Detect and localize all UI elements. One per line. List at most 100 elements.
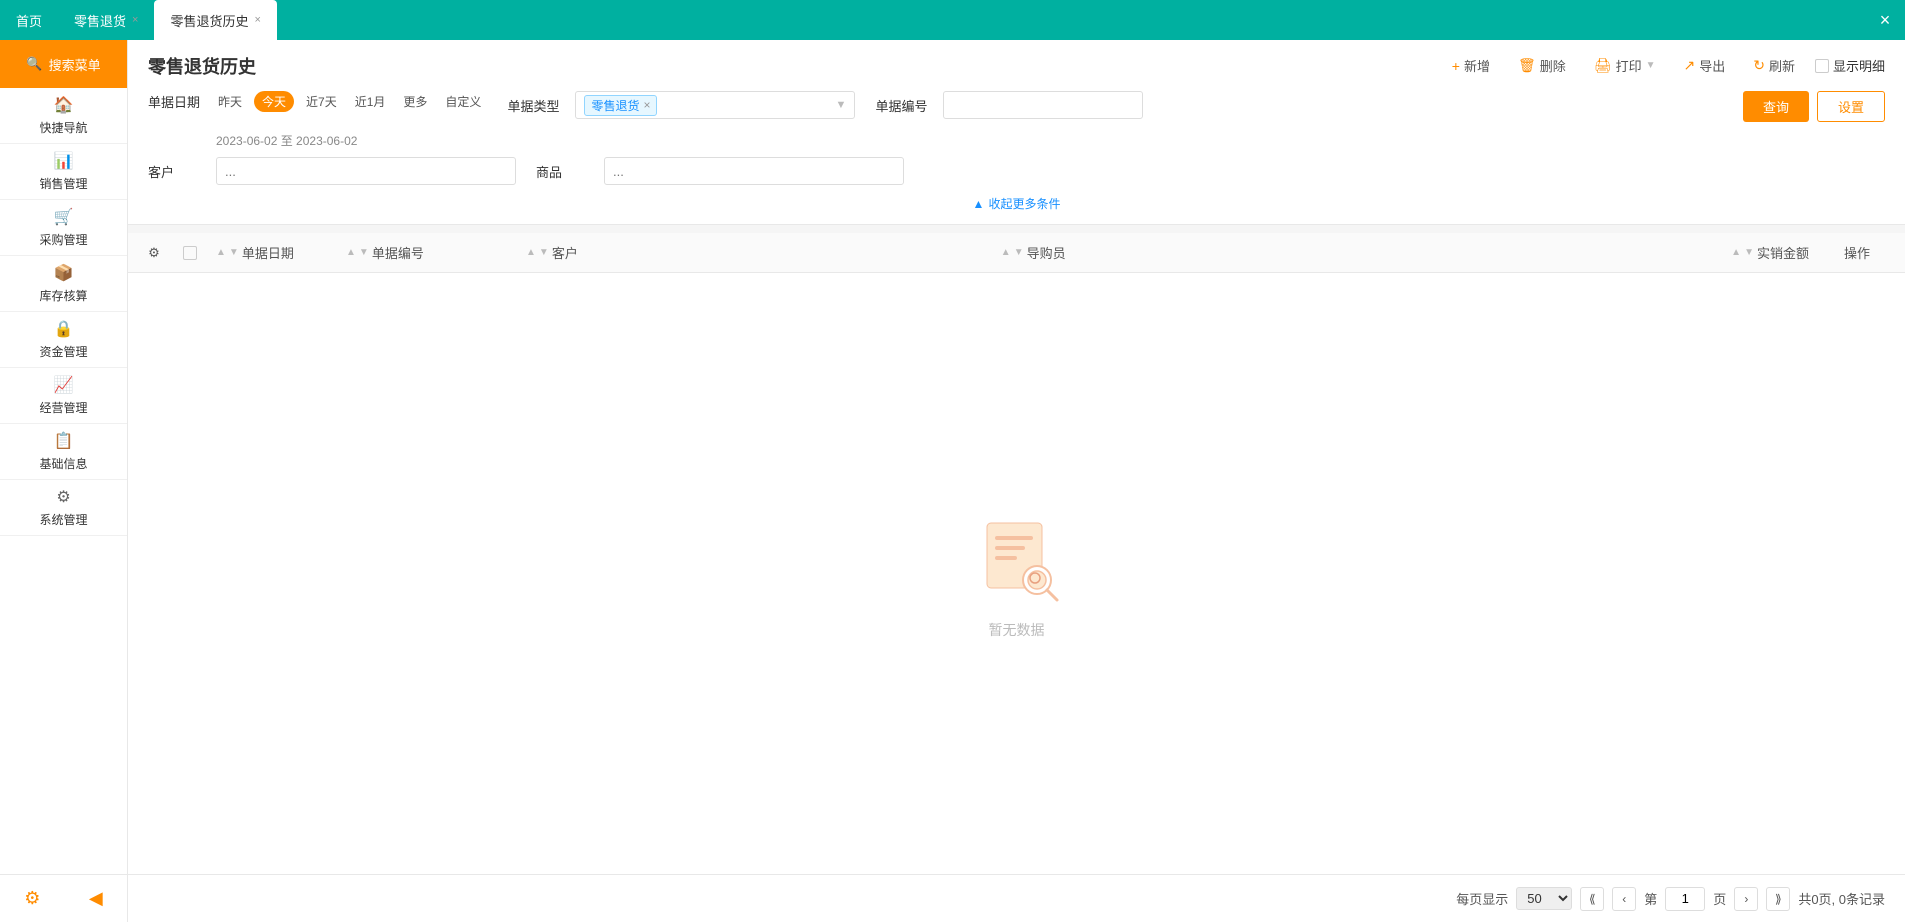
page-unit: 页 bbox=[1713, 889, 1726, 908]
show-detail-label: 显示明细 bbox=[1833, 56, 1885, 75]
new-icon: + bbox=[1452, 58, 1460, 74]
last-page-button[interactable]: ⟫ bbox=[1766, 887, 1790, 911]
doc-type-select[interactable]: 零售退货 × ▼ bbox=[575, 91, 855, 119]
sidebar-item-system[interactable]: ⚙ 系统管理 bbox=[0, 480, 127, 536]
date-btn-today[interactable]: 今天 bbox=[254, 91, 294, 112]
empty-icon bbox=[967, 508, 1067, 608]
customer-input[interactable] bbox=[225, 164, 507, 179]
th-sort-guide-asc[interactable]: ▲ bbox=[1001, 247, 1011, 258]
sidebar-item-purchase-label: 采购管理 bbox=[39, 231, 87, 248]
inventory-icon: 📦 bbox=[54, 263, 74, 283]
tab-retail-return-history[interactable]: 零售退货历史 × bbox=[154, 0, 276, 40]
date-btn-yesterday[interactable]: 昨天 bbox=[212, 91, 248, 112]
settings-bottom-icon[interactable]: ⚙ bbox=[24, 888, 40, 909]
th-sort-customer-asc[interactable]: ▲ bbox=[526, 247, 536, 258]
refresh-icon: ↻ bbox=[1753, 57, 1765, 74]
th-sort-amount-asc[interactable]: ▲ bbox=[1731, 247, 1741, 258]
sales-icon: 📊 bbox=[54, 151, 74, 171]
goods-input-wrap bbox=[604, 157, 904, 185]
th-sort-guide-desc[interactable]: ▼ bbox=[1014, 247, 1024, 258]
operation-icon: 📈 bbox=[54, 375, 74, 395]
collapse-sidebar-icon[interactable]: ◀ bbox=[89, 888, 103, 909]
next-page-button[interactable]: › bbox=[1734, 887, 1758, 911]
query-button[interactable]: 查询 bbox=[1743, 91, 1809, 122]
search-icon: 🔍 bbox=[26, 56, 42, 72]
new-label: 新增 bbox=[1464, 56, 1490, 75]
sidebar-item-sales-label: 销售管理 bbox=[39, 175, 87, 192]
th-amount-label: 实销金额 bbox=[1757, 243, 1809, 262]
empty-state: 暂无数据 bbox=[128, 273, 1905, 874]
collapse-icon: ▲ bbox=[973, 197, 985, 211]
th-settings[interactable]: ⚙ bbox=[136, 245, 172, 261]
th-sort-docno-desc[interactable]: ▼ bbox=[359, 247, 369, 258]
content-area: 零售退货历史 + 新增 🗑 删除 🖨 打印 ▼ bbox=[128, 40, 1905, 922]
sidebar-item-operation-label: 经营管理 bbox=[39, 399, 87, 416]
goods-label: 商品 bbox=[536, 162, 596, 181]
th-select-all[interactable] bbox=[172, 246, 208, 260]
first-page-button[interactable]: ⟪ bbox=[1580, 887, 1604, 911]
doc-no-label: 单据编号 bbox=[875, 96, 935, 115]
export-icon: ↗ bbox=[1683, 57, 1695, 74]
sidebar-item-inventory[interactable]: 📦 库存核算 bbox=[0, 256, 127, 312]
table-header: ⚙ ▲ ▼ 单据日期 ▲ ▼ 单据编号 ▲ ▼ 客户 bbox=[128, 233, 1905, 273]
date-btn-7days[interactable]: 近7天 bbox=[300, 91, 343, 112]
export-button[interactable]: ↗ 导出 bbox=[1675, 52, 1733, 79]
doc-no-input[interactable] bbox=[952, 98, 1134, 113]
doc-type-label: 单据类型 bbox=[507, 96, 567, 115]
th-action: 操作 bbox=[1817, 243, 1897, 262]
show-detail-checkbox[interactable] bbox=[1815, 59, 1829, 73]
tab-retail-return-history-label: 零售退货历史 bbox=[170, 11, 248, 30]
sidebar-item-base-info[interactable]: 📋 基础信息 bbox=[0, 424, 127, 480]
sidebar-search-label: 搜索菜单 bbox=[49, 55, 101, 74]
th-sort-amount-desc[interactable]: ▼ bbox=[1744, 247, 1754, 258]
filter-row-2: 客户 商品 bbox=[148, 157, 1885, 185]
th-sort-customer-desc[interactable]: ▼ bbox=[539, 247, 549, 258]
purchase-icon: 🛒 bbox=[54, 207, 74, 227]
goods-input[interactable] bbox=[613, 164, 895, 179]
th-guide-label: 导购员 bbox=[1027, 243, 1066, 262]
date-btn-1month[interactable]: 近1月 bbox=[349, 91, 392, 112]
doc-type-tag-value: 零售退货 bbox=[591, 97, 639, 114]
tab-retail-return-close[interactable]: × bbox=[132, 14, 138, 26]
select-all-checkbox[interactable] bbox=[183, 246, 197, 260]
th-sort-docno-asc[interactable]: ▲ bbox=[346, 247, 356, 258]
window-close-button[interactable]: × bbox=[1865, 0, 1905, 40]
show-detail-wrap: 显示明细 bbox=[1815, 56, 1885, 75]
system-icon: ⚙ bbox=[54, 487, 74, 507]
sidebar-item-purchase[interactable]: 🛒 采购管理 bbox=[0, 200, 127, 256]
prev-page-button[interactable]: ‹ bbox=[1612, 887, 1636, 911]
new-button[interactable]: + 新增 bbox=[1444, 52, 1498, 79]
sidebar-item-sales[interactable]: 📊 销售管理 bbox=[0, 144, 127, 200]
delete-icon: 🗑 bbox=[1518, 57, 1536, 74]
collapse-button[interactable]: ▲ 收起更多条件 bbox=[973, 195, 1061, 212]
sidebar-item-quick-nav-label: 快捷导航 bbox=[39, 119, 87, 136]
sidebar-item-operation[interactable]: 📈 经营管理 bbox=[0, 368, 127, 424]
tab-home[interactable]: 首页 bbox=[0, 0, 58, 40]
doc-type-tag-close[interactable]: × bbox=[643, 98, 650, 112]
sidebar-search[interactable]: 🔍 搜索菜单 bbox=[0, 40, 127, 88]
delete-label: 删除 bbox=[1540, 56, 1566, 75]
doc-no-input-wrap bbox=[943, 91, 1143, 119]
base-info-icon: 📋 bbox=[54, 431, 74, 451]
refresh-button[interactable]: ↻ 刷新 bbox=[1745, 52, 1803, 79]
finance-icon: 🔒 bbox=[54, 319, 74, 339]
sidebar-nav: 🏠 快捷导航 📊 销售管理 🛒 采购管理 📦 库存核算 🔒 资金管理 📈 bbox=[0, 88, 127, 874]
th-sort-date-asc[interactable]: ▲ bbox=[216, 247, 226, 258]
delete-button[interactable]: 🗑 删除 bbox=[1510, 52, 1574, 79]
print-icon: 🖨 bbox=[1594, 57, 1612, 74]
sidebar-item-system-label: 系统管理 bbox=[39, 511, 87, 528]
page-number-input[interactable] bbox=[1665, 887, 1705, 911]
th-sort-date-desc[interactable]: ▼ bbox=[229, 247, 239, 258]
date-btn-more[interactable]: 更多 bbox=[397, 91, 433, 112]
page-size-select[interactable]: 50 100 200 bbox=[1516, 887, 1572, 910]
tab-retail-return[interactable]: 零售退货 × bbox=[58, 0, 154, 40]
tab-retail-return-history-close[interactable]: × bbox=[254, 14, 260, 26]
date-filter-options: 昨天 今天 近7天 近1月 更多 自定义 bbox=[212, 91, 487, 112]
date-btn-custom[interactable]: 自定义 bbox=[439, 91, 487, 112]
print-button[interactable]: 🖨 打印 ▼ bbox=[1586, 52, 1664, 79]
set-button[interactable]: 设置 bbox=[1817, 91, 1885, 122]
sidebar-item-quick-nav[interactable]: 🏠 快捷导航 bbox=[0, 88, 127, 144]
page-size-label: 每页显示 bbox=[1456, 889, 1508, 908]
sidebar-item-finance[interactable]: 🔒 资金管理 bbox=[0, 312, 127, 368]
tab-retail-return-label: 零售退货 bbox=[74, 11, 126, 30]
